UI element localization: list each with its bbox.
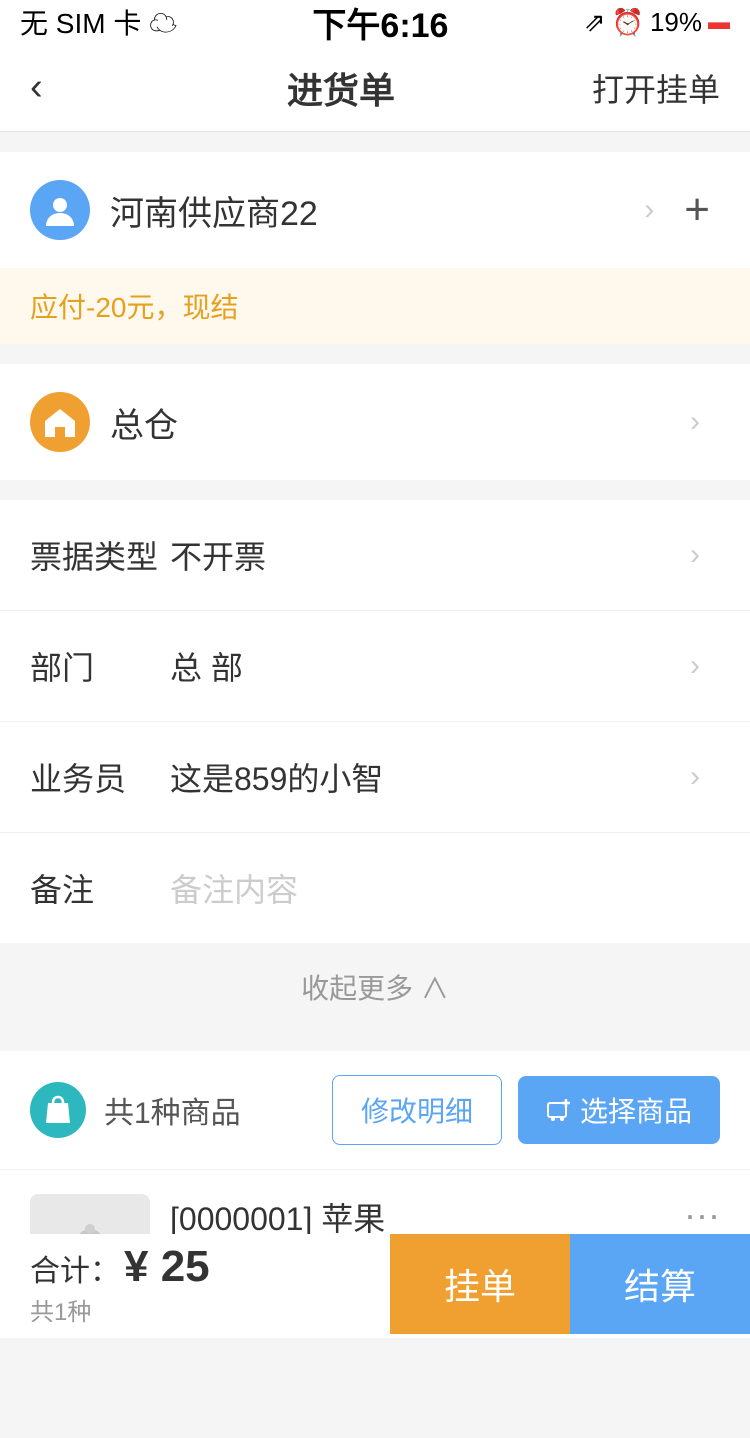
checkout-button[interactable]: 结算 (570, 1234, 750, 1334)
supplier-notice: 应付-20元，现结 (0, 268, 750, 344)
warehouse-icon (30, 392, 90, 452)
add-supplier-button[interactable]: + (674, 185, 720, 235)
dept-row[interactable]: 部门 总 部 › (0, 610, 750, 721)
sales-label: 业务员 (30, 754, 170, 800)
status-left: 无 SIM 卡 ☁ (20, 2, 177, 42)
product-header: 共1种商品 修改明细 选择商品 (0, 1051, 750, 1169)
sim-signal: 无 SIM 卡 ☁ (20, 2, 177, 42)
remark-input[interactable]: 备注内容 (170, 865, 720, 911)
supplier-section: 河南供应商22 › + 应付-20元，现结 (0, 152, 750, 344)
back-button[interactable]: ‹ (30, 66, 90, 109)
remark-label: 备注 (30, 865, 170, 911)
dept-value: 总 部 (170, 643, 690, 689)
gap-3 (0, 480, 750, 500)
dept-label: 部门 (30, 643, 170, 689)
battery-level: 19% (650, 7, 702, 38)
form-section: 票据类型 不开票 › 部门 总 部 › 业务员 这是859的小智 › 备注 备注… (0, 500, 750, 943)
total-amount: ¥ 25 (124, 1242, 210, 1292)
product-more-button[interactable]: ··· (664, 1194, 720, 1236)
supplier-avatar (30, 180, 90, 240)
chevron-right-sales: › (690, 760, 700, 794)
warehouse-section: 总仓 › (0, 364, 750, 480)
chevron-right-invoice: › (690, 538, 700, 572)
sales-row[interactable]: 业务员 这是859的小智 › (0, 721, 750, 832)
warehouse-row[interactable]: 总仓 › (0, 364, 750, 480)
footer-total: 合计： ¥ 25 共1种 (0, 1242, 390, 1327)
cart-add-icon (546, 1097, 572, 1123)
gap-2 (0, 344, 750, 364)
warehouse-name: 总仓 (110, 398, 690, 447)
footer: 合计： ¥ 25 共1种 挂单 结算 (0, 1234, 750, 1334)
invoice-value: 不开票 (170, 532, 690, 578)
status-right: ⇗ ⏰ 19% ▬ (584, 7, 730, 38)
chevron-right-dept: › (690, 649, 700, 683)
location-icon: ⇗ (584, 7, 606, 38)
total-label: 合计： (30, 1246, 120, 1290)
product-count-icon (30, 1082, 86, 1138)
total-sub: 共1种 (30, 1292, 360, 1327)
sales-value: 这是859的小智 (170, 754, 690, 800)
open-hang-button[interactable]: 打开挂单 (592, 65, 720, 111)
gap-1 (0, 132, 750, 152)
invoice-row[interactable]: 票据类型 不开票 › (0, 500, 750, 610)
supplier-name: 河南供应商22 (110, 186, 644, 235)
hang-button[interactable]: 挂单 (390, 1234, 570, 1334)
status-time: 下午6:16 (312, 0, 448, 47)
select-product-button[interactable]: 选择商品 (518, 1076, 720, 1144)
page-title: 进货单 (287, 62, 395, 114)
alarm-icon: ⏰ (612, 7, 644, 38)
product-count-text: 共1种商品 (104, 1088, 332, 1132)
edit-detail-button[interactable]: 修改明细 (332, 1075, 502, 1145)
chevron-right-icon: › (644, 193, 654, 227)
status-bar: 无 SIM 卡 ☁ 下午6:16 ⇗ ⏰ 19% ▬ (0, 0, 750, 44)
invoice-label: 票据类型 (30, 532, 170, 578)
gap-4 (0, 1031, 750, 1051)
person-icon (42, 192, 78, 228)
collapse-row[interactable]: 收起更多 ∧ (0, 943, 750, 1031)
supplier-row[interactable]: 河南供应商22 › + (0, 152, 750, 268)
battery-icon: ▬ (708, 9, 730, 35)
shopping-bag-icon (43, 1095, 73, 1125)
remark-row[interactable]: 备注 备注内容 (0, 832, 750, 943)
house-icon (43, 405, 77, 439)
chevron-right-warehouse: › (690, 405, 700, 439)
nav-bar: ‹ 进货单 打开挂单 (0, 44, 750, 132)
